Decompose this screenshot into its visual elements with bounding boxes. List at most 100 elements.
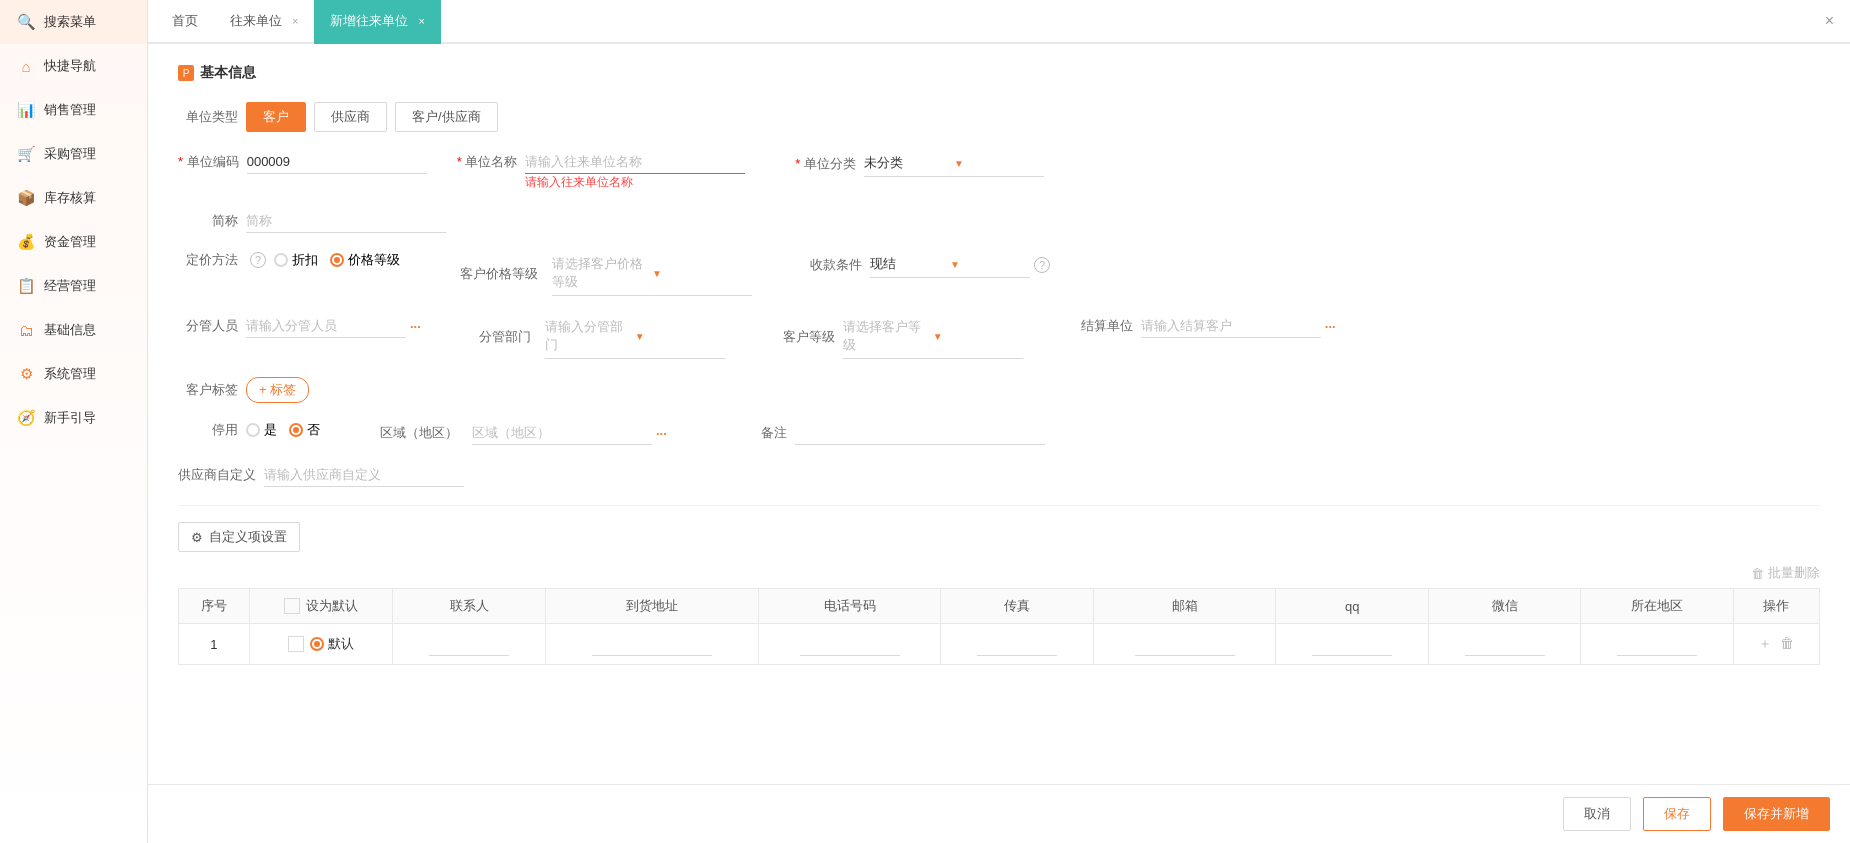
section-icon: P [178, 65, 194, 81]
cell-qq[interactable] [1276, 624, 1428, 665]
unit-btn-supplier[interactable]: 供应商 [314, 102, 387, 132]
sidebar-item-finance[interactable]: 💰 资金管理 [0, 220, 147, 264]
sidebar-item-sales[interactable]: 📊 销售管理 [0, 88, 147, 132]
tab-new-partner-close[interactable]: × [418, 15, 424, 27]
unit-type-item: 单位类型 客户 供应商 客户/供应商 [178, 102, 498, 132]
cancel-button[interactable]: 取消 [1563, 797, 1631, 831]
add-tag-button[interactable]: + 标签 [246, 377, 309, 403]
address-input[interactable] [592, 632, 712, 656]
unit-category-item: 单位分类 未分类 ▼ [795, 150, 1044, 177]
region-input[interactable] [472, 421, 652, 445]
wechat-input[interactable] [1465, 632, 1545, 656]
phone-input[interactable] [800, 632, 900, 656]
delete-row-button[interactable]: 🗑 [1780, 635, 1794, 653]
batch-delete-area[interactable]: 🗑 批量删除 [178, 564, 1820, 582]
tab-partners[interactable]: 往来单位 × [214, 0, 314, 44]
section-header: P 基本信息 [178, 64, 1820, 82]
unit-category-select[interactable]: 未分类 ▼ [864, 150, 1044, 177]
radio-price-level[interactable]: 价格等级 [330, 251, 400, 269]
sidebar-label-operations: 经营管理 [44, 277, 96, 295]
payment-terms-help-icon[interactable]: ? [1034, 257, 1050, 273]
settlement-unit-input[interactable] [1141, 314, 1321, 338]
radio-yes-circle [246, 423, 260, 437]
settlement-unit-more-btn[interactable]: ··· [1325, 319, 1336, 334]
tab-new-partner-label: 新增往来单位 [330, 12, 408, 30]
save-button[interactable]: 保存 [1643, 797, 1711, 831]
radio-price-level-label: 价格等级 [348, 251, 400, 269]
customer-level-placeholder: 请选择客户等级 [843, 318, 933, 354]
department-placeholder: 请输入分管部门 [545, 318, 635, 354]
tab-partners-close[interactable]: × [292, 15, 298, 27]
col-fax: 传真 [941, 589, 1093, 624]
supplier-custom-label: 供应商自定义 [178, 466, 256, 484]
cell-fax[interactable] [941, 624, 1093, 665]
customer-level-select[interactable]: 请选择客户等级 ▼ [843, 314, 1023, 359]
sidebar-item-system[interactable]: ⚙ 系统管理 [0, 352, 147, 396]
unit-code-input[interactable] [247, 150, 427, 174]
manager-input[interactable] [246, 314, 406, 338]
short-name-item: 简称 [178, 209, 446, 233]
cell-email[interactable] [1093, 624, 1276, 665]
qq-input[interactable] [1312, 632, 1392, 656]
customer-price-level-label: 客户价格等级 [460, 265, 538, 283]
sidebar-item-guide[interactable]: 🧭 新手引导 [0, 396, 147, 440]
contact-input[interactable] [429, 632, 509, 656]
email-input[interactable] [1135, 632, 1235, 656]
tab-home[interactable]: 首页 [156, 0, 214, 44]
form-content: P 基本信息 单位类型 客户 供应商 客户/供应商 单位编码 单位名称 [148, 44, 1850, 784]
department-select[interactable]: 请输入分管部门 ▼ [545, 314, 725, 359]
window-close-button[interactable]: × [1817, 12, 1842, 30]
pricing-method-help-icon[interactable]: ? [250, 252, 266, 268]
sidebar-item-basic[interactable]: 🗂 基础信息 [0, 308, 147, 352]
col-default: 设为默认 [249, 589, 392, 624]
cell-action: ＋ 🗑 [1733, 624, 1819, 665]
row-checkbox[interactable] [288, 636, 304, 652]
supplier-custom-row: 供应商自定义 [178, 463, 1820, 487]
manager-more-btn[interactable]: ··· [410, 319, 421, 334]
sidebar-item-purchase[interactable]: 🛒 采购管理 [0, 132, 147, 176]
department-item: 分管部门 请输入分管部门 ▼ [471, 314, 725, 359]
contact-table: 序号 设为默认 联系人 到货地址 电话号码 传真 邮箱 qq 微信 所在地区 [178, 588, 1820, 665]
header-checkbox[interactable] [284, 598, 300, 614]
sidebar-item-inventory[interactable]: 📦 库存核算 [0, 176, 147, 220]
col-contact: 联系人 [393, 589, 545, 624]
unit-name-input[interactable] [525, 150, 745, 174]
add-row-button[interactable]: ＋ [1758, 635, 1772, 653]
tab-new-partner[interactable]: 新增往来单位 × [314, 0, 440, 44]
cell-phone[interactable] [758, 624, 941, 665]
sidebar-label-finance: 资金管理 [44, 233, 96, 251]
unit-btn-customer[interactable]: 客户 [246, 102, 306, 132]
radio-no-label: 否 [307, 421, 320, 439]
region-table-input[interactable] [1617, 632, 1697, 656]
fax-input[interactable] [977, 632, 1057, 656]
payment-terms-item: 收款条件 现结 ▼ ? [802, 251, 1050, 278]
sidebar-item-quicknav[interactable]: ⌂ 快捷导航 [0, 44, 147, 88]
cell-default: 默认 [249, 624, 392, 665]
cell-contact[interactable] [393, 624, 545, 665]
region-more-btn[interactable]: ··· [656, 426, 667, 441]
radio-no[interactable]: 否 [289, 421, 320, 439]
payment-terms-select[interactable]: 现结 ▼ [870, 251, 1030, 278]
table-header-row: 序号 设为默认 联系人 到货地址 电话号码 传真 邮箱 qq 微信 所在地区 [179, 589, 1820, 624]
cell-wechat[interactable] [1428, 624, 1580, 665]
supplier-custom-input[interactable] [264, 463, 464, 487]
customer-price-level-select[interactable]: 请选择客户价格等级 ▼ [552, 251, 752, 296]
radio-discount[interactable]: 折扣 [274, 251, 318, 269]
row-default-circle [310, 637, 324, 651]
unit-type-group: 客户 供应商 客户/供应商 [246, 102, 498, 132]
sidebar-item-operations[interactable]: 📋 经营管理 [0, 264, 147, 308]
save-new-button[interactable]: 保存并新增 [1723, 797, 1830, 831]
sidebar-item-search[interactable]: 🔍 搜索菜单 [0, 0, 147, 44]
row-default-radio[interactable]: 默认 [310, 635, 354, 653]
pricing-radio-group: 折扣 价格等级 [274, 251, 400, 269]
cell-region[interactable] [1581, 624, 1733, 665]
unit-btn-both[interactable]: 客户/供应商 [395, 102, 498, 132]
gear-icon: ⚙ [191, 530, 203, 545]
radio-yes[interactable]: 是 [246, 421, 277, 439]
cell-address[interactable] [545, 624, 758, 665]
radio-price-level-circle [330, 253, 344, 267]
custom-settings-button[interactable]: ⚙ 自定义项设置 [178, 522, 300, 552]
home-icon: ⌂ [16, 56, 36, 76]
short-name-input[interactable] [246, 209, 446, 233]
remark-input[interactable] [795, 421, 1045, 445]
